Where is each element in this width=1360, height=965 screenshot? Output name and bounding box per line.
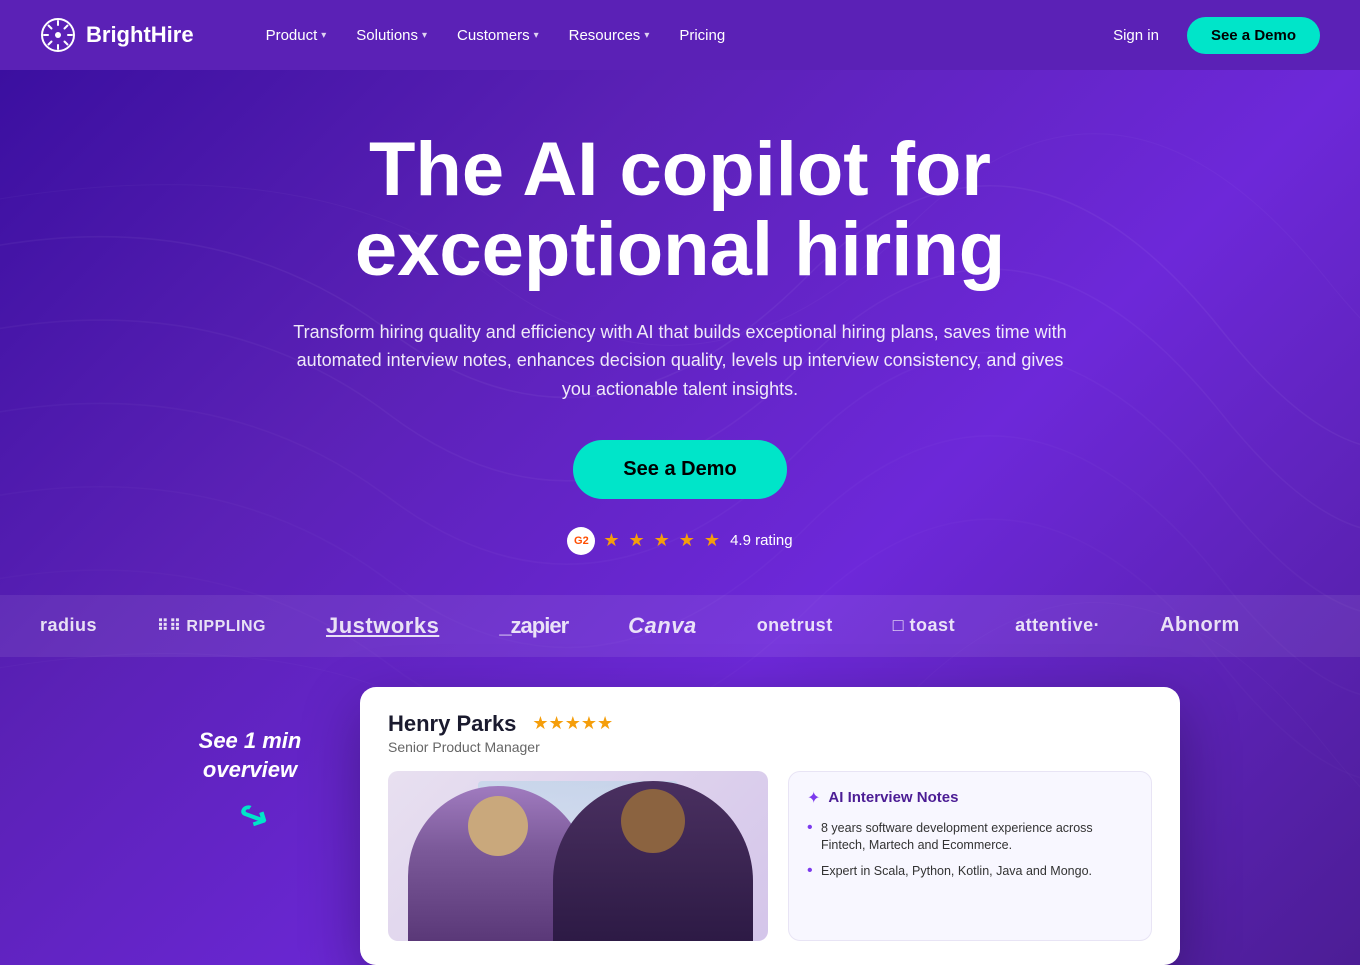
logo-attentive: attentive· [1015, 615, 1100, 636]
chevron-down-icon: ▾ [422, 30, 427, 41]
ai-note-item: 8 years software development experience … [807, 820, 1133, 855]
hero-demo-button[interactable]: See a Demo [573, 440, 786, 499]
card-header: Henry Parks ★★★★★ Senior Product Manager [388, 711, 1152, 755]
logo-justworks: Justworks [326, 613, 439, 639]
demo-card: Henry Parks ★★★★★ Senior Product Manager [360, 687, 1180, 965]
navigation: BrightHire Product ▾ Solutions ▾ Custome… [0, 0, 1360, 70]
curved-arrow-icon: ↪ [228, 788, 272, 842]
logo-text: BrightHire [86, 22, 194, 48]
bottom-section: See 1 min overview ↪ Henry Parks ★★★★★ S… [0, 687, 1360, 965]
hero-content: The AI copilot for exceptional hiring Tr… [240, 70, 1120, 595]
nav-item-resources[interactable]: Resources ▾ [557, 19, 662, 52]
sign-in-link[interactable]: Sign in [1101, 19, 1171, 52]
candidate-name: Henry Parks [388, 711, 516, 737]
rating-row: G2 ★ ★ ★ ★ ★ 4.9 rating [280, 527, 1080, 555]
ai-notes-list: 8 years software development experience … [807, 820, 1133, 881]
candidate-role: Senior Product Manager [388, 739, 613, 755]
logo-zapier: _zapier [499, 613, 568, 639]
logo-onetrust: onetrust [757, 615, 833, 636]
nav-item-product[interactable]: Product ▾ [254, 19, 339, 52]
logo-icon [40, 17, 76, 53]
chevron-down-icon: ▾ [644, 30, 649, 41]
logos-inner: radius ⠿⠿ RIPPLING Justworks _zapier Can… [0, 613, 1280, 639]
ai-note-item: Expert in Scala, Python, Kotlin, Java an… [807, 863, 1133, 881]
nav-demo-button[interactable]: See a Demo [1187, 17, 1320, 54]
logo-rippling: ⠿⠿ RIPPLING [157, 616, 266, 636]
ai-sparkle-icon: ✦ [807, 788, 820, 808]
g2-badge: G2 [567, 527, 595, 555]
candidate-info: Henry Parks ★★★★★ Senior Product Manager [388, 711, 613, 755]
candidate-stars: ★★★★★ [532, 713, 613, 734]
ai-notes-header: ✦ AI Interview Notes [807, 788, 1133, 808]
nav-right: Sign in See a Demo [1101, 17, 1320, 54]
logos-strip: radius ⠿⠿ RIPPLING Justworks _zapier Can… [0, 595, 1360, 657]
ai-notes-title: AI Interview Notes [828, 789, 958, 806]
star-rating: ★ ★ ★ ★ ★ [603, 530, 722, 551]
nav-item-customers[interactable]: Customers ▾ [445, 19, 551, 52]
ai-notes-panel: ✦ AI Interview Notes 8 years software de… [788, 771, 1152, 941]
nav-item-solutions[interactable]: Solutions ▾ [344, 19, 439, 52]
chevron-down-icon: ▾ [321, 30, 326, 41]
hero-section: The AI copilot for exceptional hiring Tr… [0, 70, 1360, 965]
logo-canva: Canva [628, 613, 697, 639]
hero-subtitle: Transform hiring quality and efficiency … [280, 318, 1080, 404]
logo-abnormal: Abnorm [1160, 614, 1240, 637]
nav-item-pricing[interactable]: Pricing [667, 19, 737, 52]
hero-title: The AI copilot for exceptional hiring [280, 130, 1080, 290]
rating-score: 4.9 rating [730, 532, 793, 549]
logo-toast: □ toast [893, 615, 955, 636]
card-body: ✦ AI Interview Notes 8 years software de… [388, 771, 1152, 941]
logo-link[interactable]: BrightHire [40, 17, 194, 53]
video-thumbnail[interactable] [388, 771, 768, 941]
chevron-down-icon: ▾ [534, 30, 539, 41]
video-people [388, 771, 768, 941]
logo-radius: radius [40, 615, 97, 636]
nav-links: Product ▾ Solutions ▾ Customers ▾ Resour… [254, 19, 1102, 52]
see-overview-label: See 1 min overview ↪ [180, 687, 320, 839]
